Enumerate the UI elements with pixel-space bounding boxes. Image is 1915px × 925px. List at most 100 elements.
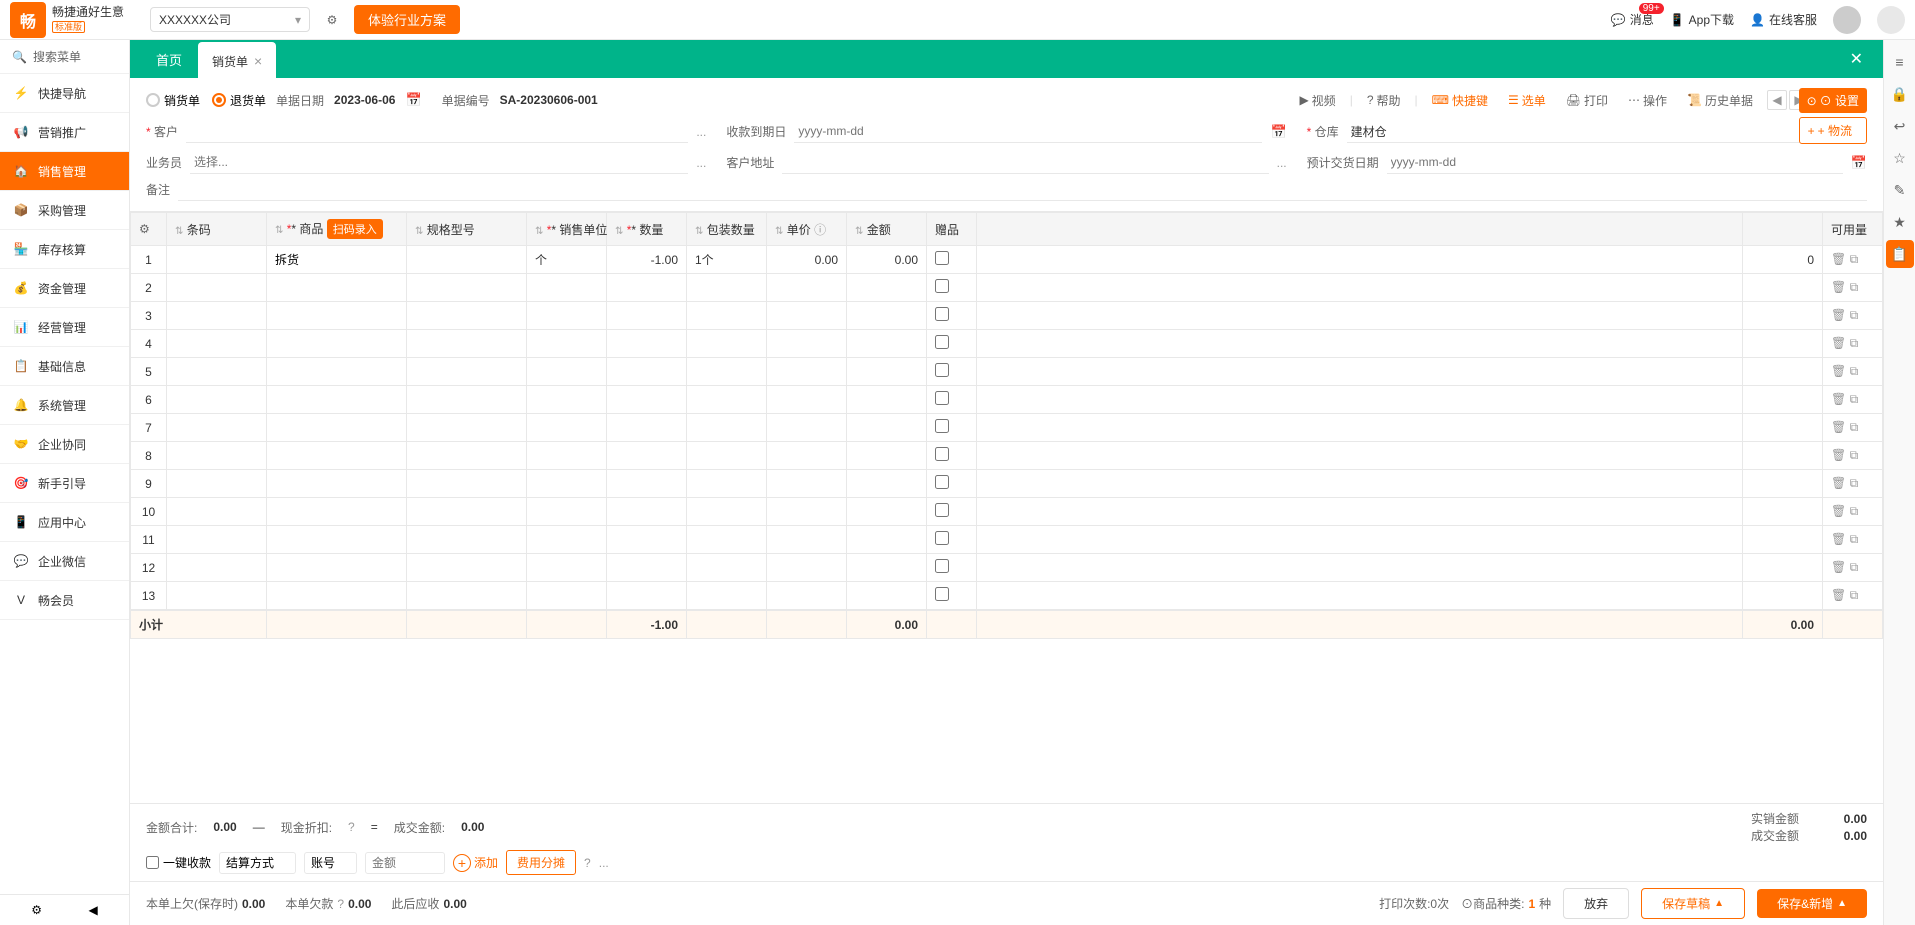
cell-barcode[interactable] bbox=[167, 274, 267, 302]
operate-btn[interactable]: ⋯ 操作 bbox=[1622, 90, 1673, 111]
cell-price[interactable]: 0.00 bbox=[767, 246, 847, 274]
cell-gift[interactable] bbox=[927, 526, 977, 554]
cell-price[interactable] bbox=[767, 470, 847, 498]
cell-barcode[interactable] bbox=[167, 302, 267, 330]
cell-product[interactable] bbox=[267, 386, 407, 414]
cell-unit[interactable] bbox=[527, 330, 607, 358]
video-btn[interactable]: ▶ 视频 bbox=[1293, 90, 1341, 111]
cell-unit[interactable] bbox=[527, 274, 607, 302]
due-date-input[interactable] bbox=[794, 120, 1262, 143]
copy-icon[interactable]: ⧉ bbox=[1850, 588, 1859, 602]
cell-product[interactable] bbox=[267, 330, 407, 358]
delete-icon[interactable]: 🗑 bbox=[1831, 448, 1846, 462]
cell-price[interactable] bbox=[767, 582, 847, 611]
cell-pkgqty[interactable]: 1个 bbox=[687, 246, 767, 274]
sidebar-item-wechat[interactable]: 💬 企业微信 bbox=[0, 542, 129, 581]
cell-product[interactable] bbox=[267, 274, 407, 302]
cell-barcode[interactable] bbox=[167, 554, 267, 582]
right-sidebar-btn-2[interactable]: 🔒 bbox=[1886, 80, 1914, 108]
shortcut-btn[interactable]: ⌨ 快捷键 bbox=[1426, 90, 1494, 111]
avatar[interactable] bbox=[1833, 6, 1861, 34]
cell-barcode[interactable] bbox=[167, 358, 267, 386]
sidebar-item-search[interactable]: 🔍 搜索菜单 bbox=[0, 40, 129, 74]
cell-price[interactable] bbox=[767, 386, 847, 414]
cell-amount[interactable] bbox=[847, 358, 927, 386]
cell-pkgqty[interactable] bbox=[687, 554, 767, 582]
copy-icon[interactable]: ⧉ bbox=[1850, 448, 1859, 462]
delete-icon[interactable]: 🗑 bbox=[1831, 560, 1846, 574]
fee-split-help-icon[interactable]: ? bbox=[584, 856, 591, 870]
cell-barcode[interactable] bbox=[167, 414, 267, 442]
cell-price[interactable] bbox=[767, 274, 847, 302]
cell-qty[interactable] bbox=[607, 498, 687, 526]
delete-icon[interactable]: 🗑 bbox=[1831, 476, 1846, 490]
tab-close-icon[interactable]: × bbox=[254, 53, 262, 69]
tab-sales[interactable]: 销货单 × bbox=[198, 42, 276, 80]
right-sidebar-btn-6[interactable]: ★ bbox=[1886, 208, 1914, 236]
cell-unit[interactable] bbox=[527, 526, 607, 554]
delete-icon[interactable]: 🗑 bbox=[1831, 336, 1846, 350]
cell-unit[interactable]: 个 bbox=[527, 246, 607, 274]
cell-gift[interactable] bbox=[927, 386, 977, 414]
print-btn[interactable]: 🖨 打印 bbox=[1560, 90, 1614, 111]
cell-spec[interactable] bbox=[407, 414, 527, 442]
cell-gift[interactable] bbox=[927, 414, 977, 442]
cell-gift[interactable] bbox=[927, 582, 977, 611]
cell-amount[interactable] bbox=[847, 498, 927, 526]
cell-unit[interactable] bbox=[527, 358, 607, 386]
cell-spec[interactable] bbox=[407, 498, 527, 526]
app-download-button[interactable]: 📱 App下载 bbox=[1670, 11, 1734, 28]
cell-unit[interactable] bbox=[527, 442, 607, 470]
save-draft-button[interactable]: 保存草稿 ▲ bbox=[1641, 888, 1745, 919]
cell-qty[interactable] bbox=[607, 330, 687, 358]
cell-product[interactable] bbox=[267, 470, 407, 498]
payment-dots[interactable]: ... bbox=[599, 856, 609, 870]
cell-product[interactable] bbox=[267, 442, 407, 470]
cell-amount[interactable] bbox=[847, 414, 927, 442]
copy-icon[interactable]: ⧉ bbox=[1850, 336, 1859, 350]
cell-product[interactable] bbox=[267, 246, 407, 274]
customer-input[interactable] bbox=[186, 120, 688, 143]
cell-product[interactable] bbox=[267, 526, 407, 554]
cell-unit[interactable] bbox=[527, 302, 607, 330]
cell-pkgqty[interactable] bbox=[687, 498, 767, 526]
cell-amount[interactable] bbox=[847, 554, 927, 582]
cell-price[interactable] bbox=[767, 498, 847, 526]
cell-qty[interactable] bbox=[607, 274, 687, 302]
copy-icon[interactable]: ⧉ bbox=[1850, 560, 1859, 574]
prev-arrow[interactable]: ◀ bbox=[1767, 90, 1787, 110]
delete-icon[interactable]: 🗑 bbox=[1831, 252, 1846, 266]
delete-icon[interactable]: 🗑 bbox=[1831, 504, 1846, 518]
calc-method-select[interactable]: 结算方式 bbox=[219, 852, 296, 874]
delete-icon[interactable]: 🗑 bbox=[1831, 588, 1846, 602]
copy-icon[interactable]: ⧉ bbox=[1850, 504, 1859, 518]
cell-qty[interactable]: -1.00 bbox=[607, 246, 687, 274]
delete-icon[interactable]: 🗑 bbox=[1831, 280, 1846, 294]
customer-addr-input[interactable] bbox=[782, 151, 1268, 174]
cell-barcode[interactable] bbox=[167, 246, 267, 274]
tab-bar-close-icon[interactable]: ✕ bbox=[1840, 49, 1873, 69]
history-btn[interactable]: 📜 历史单据 bbox=[1681, 90, 1759, 111]
cell-qty[interactable] bbox=[607, 526, 687, 554]
cell-qty[interactable] bbox=[607, 442, 687, 470]
online-service-button[interactable]: 👤 在线客服 bbox=[1750, 11, 1817, 28]
cell-pkgqty[interactable] bbox=[687, 582, 767, 611]
salesperson-input[interactable] bbox=[190, 151, 688, 174]
cell-qty[interactable] bbox=[607, 554, 687, 582]
discard-button[interactable]: 放弃 bbox=[1563, 888, 1629, 919]
sidebar-item-basic[interactable]: 📋 基础信息 bbox=[0, 347, 129, 386]
cell-barcode[interactable] bbox=[167, 470, 267, 498]
cell-barcode[interactable] bbox=[167, 442, 267, 470]
cash-discount-help-icon[interactable]: ? bbox=[348, 820, 355, 834]
copy-icon[interactable]: ⧉ bbox=[1850, 308, 1859, 322]
sidebar-settings-icon[interactable]: ⚙ bbox=[31, 903, 42, 917]
cell-product[interactable] bbox=[267, 358, 407, 386]
stat-debt-help-icon[interactable]: ? bbox=[337, 897, 344, 911]
onepay-checkbox[interactable]: 一键收款 bbox=[146, 854, 211, 871]
cell-product[interactable] bbox=[267, 554, 407, 582]
cell-unit[interactable] bbox=[527, 554, 607, 582]
cell-price[interactable] bbox=[767, 414, 847, 442]
th-setting[interactable]: ⚙ bbox=[131, 213, 167, 246]
right-sidebar-btn-1[interactable]: ≡ bbox=[1886, 48, 1914, 76]
onepay-check[interactable] bbox=[146, 856, 159, 869]
